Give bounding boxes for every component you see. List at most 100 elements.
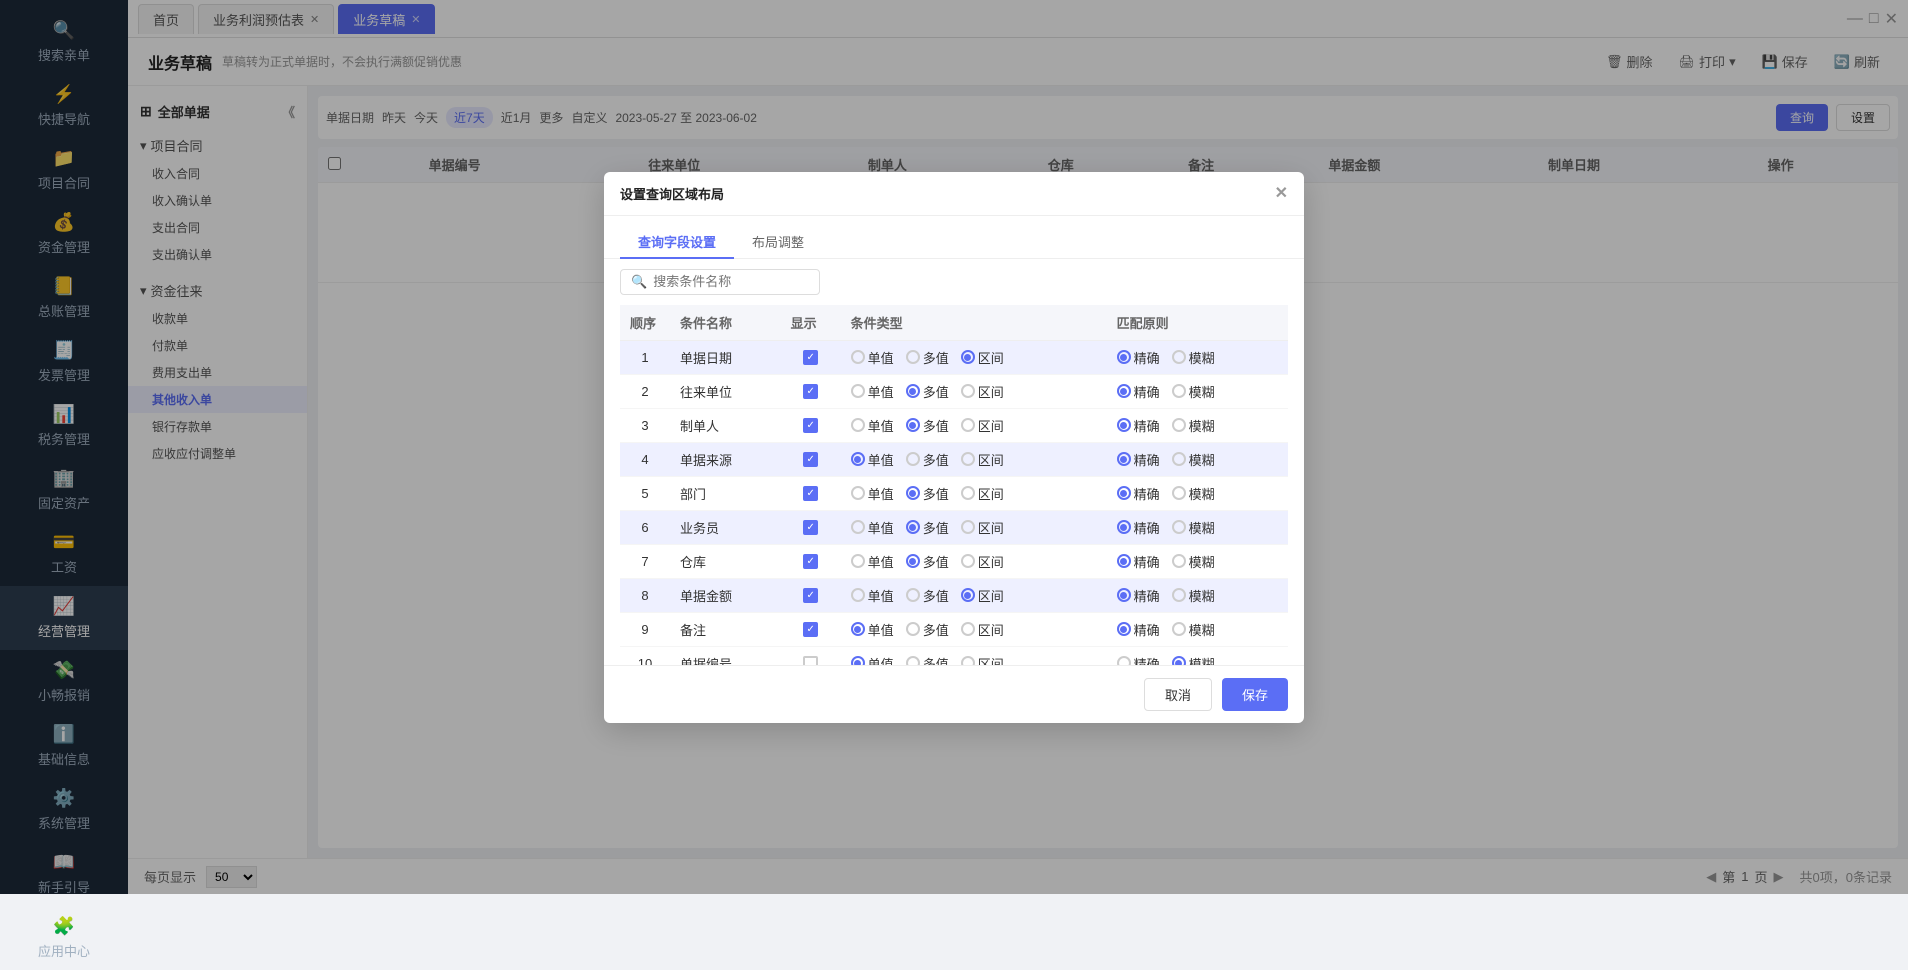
condition-type-option[interactable]: 单值 <box>851 552 894 571</box>
condition-type-option[interactable]: 区间 <box>961 620 1004 639</box>
match-rule-option[interactable]: 精确 <box>1117 620 1160 639</box>
condition-type-option[interactable]: 单值 <box>851 586 894 605</box>
row-order: 6 <box>620 510 670 544</box>
condition-type-option[interactable]: 多值 <box>906 654 949 665</box>
row-name: 仓库 <box>670 544 781 578</box>
display-checkbox[interactable] <box>803 656 818 665</box>
sidebar-item-apps[interactable]: 🧩 应用中心 <box>0 906 128 970</box>
condition-type-option[interactable]: 区间 <box>961 450 1004 469</box>
row-condition-type: 单值多值区间 <box>841 510 1107 544</box>
condition-type-option[interactable]: 单值 <box>851 348 894 367</box>
condition-type-option[interactable]: 区间 <box>961 416 1004 435</box>
row-match-rule: 精确模糊 <box>1107 408 1288 442</box>
modal-header: 设置查询区域布局 ✕ <box>604 172 1304 216</box>
modal-col-match-rule: 匹配原则 <box>1107 305 1288 341</box>
match-rule-option[interactable]: 模糊 <box>1172 518 1215 537</box>
condition-type-option[interactable]: 多值 <box>906 518 949 537</box>
condition-type-option[interactable]: 多值 <box>906 620 949 639</box>
row-order: 9 <box>620 612 670 646</box>
match-rule-option[interactable]: 模糊 <box>1172 416 1215 435</box>
modal: 设置查询区域布局 ✕ 查询字段设置 布局调整 🔍 顺序 条件名称 显示 条件类型 <box>604 172 1304 723</box>
row-condition-type: 单值多值区间 <box>841 578 1107 612</box>
display-checkbox[interactable]: ✓ <box>803 418 818 433</box>
modal-tab-layout[interactable]: 布局调整 <box>734 226 822 259</box>
condition-type-option[interactable]: 单值 <box>851 654 894 665</box>
row-condition-type: 单值多值区间 <box>841 476 1107 510</box>
row-match-rule: 精确模糊 <box>1107 612 1288 646</box>
condition-type-option[interactable]: 区间 <box>961 654 1004 665</box>
display-checkbox[interactable]: ✓ <box>803 350 818 365</box>
modal-col-name: 条件名称 <box>670 305 781 341</box>
match-rule-option[interactable]: 模糊 <box>1172 586 1215 605</box>
match-rule-option[interactable]: 模糊 <box>1172 348 1215 367</box>
display-checkbox[interactable]: ✓ <box>803 622 818 637</box>
condition-type-option[interactable]: 区间 <box>961 348 1004 367</box>
match-rule-option[interactable]: 精确 <box>1117 552 1160 571</box>
condition-type-option[interactable]: 区间 <box>961 586 1004 605</box>
condition-type-option[interactable]: 多值 <box>906 348 949 367</box>
modal-col-condition-type: 条件类型 <box>841 305 1107 341</box>
row-match-rule: 精确模糊 <box>1107 442 1288 476</box>
match-rule-option[interactable]: 精确 <box>1117 518 1160 537</box>
modal-table-wrapper: 顺序 条件名称 显示 条件类型 匹配原则 1单据日期✓单值多值区间精确模糊2往来… <box>604 305 1304 665</box>
modal-col-order: 顺序 <box>620 305 670 341</box>
modal-save-button[interactable]: 保存 <box>1222 678 1288 711</box>
display-checkbox[interactable]: ✓ <box>803 384 818 399</box>
match-rule-option[interactable]: 模糊 <box>1172 382 1215 401</box>
display-checkbox[interactable]: ✓ <box>803 554 818 569</box>
condition-type-option[interactable]: 区间 <box>961 552 1004 571</box>
modal-table-row: 1单据日期✓单值多值区间精确模糊 <box>620 340 1288 374</box>
condition-type-option[interactable]: 单值 <box>851 450 894 469</box>
row-order: 2 <box>620 374 670 408</box>
condition-type-option[interactable]: 区间 <box>961 484 1004 503</box>
condition-type-option[interactable]: 多值 <box>906 450 949 469</box>
row-condition-type: 单值 多值 区间 <box>841 646 1107 665</box>
display-checkbox[interactable]: ✓ <box>803 486 818 501</box>
match-rule-option[interactable]: 模糊 <box>1172 552 1215 571</box>
match-rule-option[interactable]: 模糊 <box>1172 450 1215 469</box>
modal-close-button[interactable]: ✕ <box>1275 183 1288 203</box>
match-rule-option[interactable]: 模糊 <box>1172 654 1215 665</box>
row-condition-type: 单值多值区间 <box>841 340 1107 374</box>
match-rule-option[interactable]: 精确 <box>1117 348 1160 367</box>
condition-type-option[interactable]: 单值 <box>851 484 894 503</box>
row-match-rule: 精确 模糊 <box>1107 646 1288 665</box>
apps-icon: 🧩 <box>53 916 75 937</box>
display-checkbox[interactable]: ✓ <box>803 520 818 535</box>
modal-table-row: 2往来单位✓单值多值区间精确模糊 <box>620 374 1288 408</box>
condition-type-option[interactable]: 多值 <box>906 586 949 605</box>
display-checkbox[interactable]: ✓ <box>803 588 818 603</box>
row-match-rule: 精确模糊 <box>1107 544 1288 578</box>
condition-type-option[interactable]: 单值 <box>851 518 894 537</box>
match-rule-option[interactable]: 精确 <box>1117 654 1160 665</box>
match-rule-option[interactable]: 模糊 <box>1172 484 1215 503</box>
search-icon: 🔍 <box>631 274 647 290</box>
match-rule-option[interactable]: 精确 <box>1117 484 1160 503</box>
row-condition-type: 单值多值区间 <box>841 442 1107 476</box>
match-rule-option[interactable]: 精确 <box>1117 382 1160 401</box>
condition-type-option[interactable]: 多值 <box>906 552 949 571</box>
match-rule-option[interactable]: 精确 <box>1117 586 1160 605</box>
row-condition-type: 单值多值区间 <box>841 544 1107 578</box>
match-rule-option[interactable]: 模糊 <box>1172 620 1215 639</box>
condition-type-option[interactable]: 多值 <box>906 484 949 503</box>
modal-table-row: 3制单人✓单值多值区间精确模糊 <box>620 408 1288 442</box>
row-display: ✓ <box>781 510 841 544</box>
row-name: 单据编号 <box>670 646 781 665</box>
condition-type-option[interactable]: 单值 <box>851 382 894 401</box>
modal-col-display: 显示 <box>781 305 841 341</box>
display-checkbox[interactable]: ✓ <box>803 452 818 467</box>
modal-table-row: 4单据来源✓单值多值区间精确模糊 <box>620 442 1288 476</box>
cancel-button[interactable]: 取消 <box>1144 678 1212 711</box>
row-name: 单据金额 <box>670 578 781 612</box>
condition-type-option[interactable]: 区间 <box>961 518 1004 537</box>
search-input[interactable] <box>653 274 813 289</box>
condition-type-option[interactable]: 多值 <box>906 382 949 401</box>
match-rule-option[interactable]: 精确 <box>1117 416 1160 435</box>
condition-type-option[interactable]: 区间 <box>961 382 1004 401</box>
condition-type-option[interactable]: 多值 <box>906 416 949 435</box>
condition-type-option[interactable]: 单值 <box>851 620 894 639</box>
modal-tab-fields[interactable]: 查询字段设置 <box>620 226 734 259</box>
match-rule-option[interactable]: 精确 <box>1117 450 1160 469</box>
condition-type-option[interactable]: 单值 <box>851 416 894 435</box>
